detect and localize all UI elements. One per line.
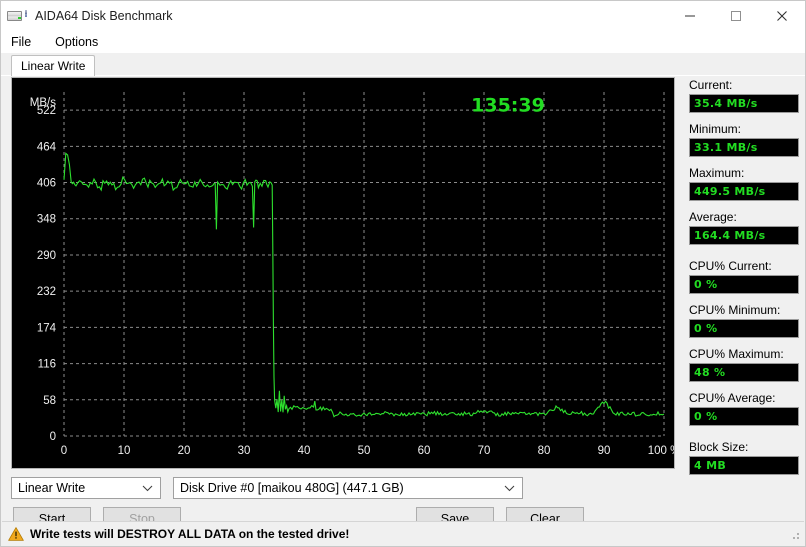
content-area: MB/s 0 58 116 174 232 290 348 406 464 522 0 10 20 30 40… bbox=[1, 76, 805, 546]
menu-bar: File Options bbox=[1, 31, 805, 53]
graph-background bbox=[12, 78, 674, 468]
tab-strip: Linear Write bbox=[1, 53, 805, 76]
elapsed-timer: 135:39 bbox=[471, 94, 545, 116]
y-tick-label: 116 bbox=[38, 359, 56, 371]
test-type-select[interactable]: Linear Write bbox=[11, 477, 161, 499]
test-type-value: Linear Write bbox=[18, 481, 86, 495]
disk-drive-icon bbox=[7, 8, 29, 24]
y-tick-label: 0 bbox=[50, 431, 56, 443]
x-tick-label: 20 bbox=[178, 445, 191, 457]
title-bar: AIDA64 Disk Benchmark bbox=[1, 1, 805, 31]
x-tick-label: 90 bbox=[598, 445, 611, 457]
minimize-icon[interactable] bbox=[667, 1, 713, 31]
drive-select[interactable]: Disk Drive #0 [maikou 480G] (447.1 GB) bbox=[173, 477, 523, 499]
tab-linear-write[interactable]: Linear Write bbox=[11, 55, 96, 76]
y-tick-label: 174 bbox=[37, 322, 57, 334]
stat-value-5: 0 % bbox=[689, 319, 799, 338]
stat-label-1: Minimum: bbox=[689, 122, 742, 136]
warning-text: Write tests will DESTROY ALL DATA on the… bbox=[30, 526, 350, 541]
warning-bar: Write tests will DESTROY ALL DATA on the… bbox=[2, 521, 804, 545]
y-tick-label: 348 bbox=[37, 214, 56, 226]
x-tick-label: 0 bbox=[61, 445, 67, 457]
stat-value-7: 0 % bbox=[689, 407, 799, 426]
stat-label-6: CPU% Maximum: bbox=[689, 347, 784, 361]
menu-item-options[interactable]: Options bbox=[53, 33, 108, 51]
benchmark-graph: MB/s 0 58 116 174 232 290 348 406 464 522 0 10 20 30 40… bbox=[11, 77, 675, 469]
close-icon[interactable] bbox=[759, 1, 805, 31]
stat-label-5: CPU% Minimum: bbox=[689, 303, 781, 317]
warning-triangle-icon bbox=[8, 526, 24, 541]
y-tick-label: 232 bbox=[37, 286, 56, 298]
stat-label-8: Block Size: bbox=[689, 440, 749, 454]
stat-value-1: 33.1 MB/s bbox=[689, 138, 799, 157]
window-controls bbox=[667, 1, 805, 31]
x-tick-label: 80 bbox=[538, 445, 551, 457]
stat-label-0: Current: bbox=[689, 78, 733, 92]
drive-value: Disk Drive #0 [maikou 480G] (447.1 GB) bbox=[180, 481, 404, 495]
selector-row: Linear Write Disk Drive #0 [maikou 480G]… bbox=[11, 477, 685, 499]
chevron-down-icon bbox=[142, 485, 153, 492]
chevron-down-icon bbox=[504, 485, 515, 492]
x-tick-label: 50 bbox=[358, 445, 371, 457]
x-tick-label: 30 bbox=[238, 445, 251, 457]
x-tick-label: 40 bbox=[298, 445, 311, 457]
y-tick-label: 464 bbox=[37, 141, 57, 153]
stat-label-7: CPU% Average: bbox=[689, 391, 776, 405]
stat-label-3: Average: bbox=[689, 210, 737, 224]
y-tick-label: 406 bbox=[37, 178, 56, 190]
stat-value-2: 449.5 MB/s bbox=[689, 182, 799, 201]
maximize-icon[interactable] bbox=[713, 1, 759, 31]
x-tick-label: 10 bbox=[118, 445, 131, 457]
stat-value-4: 0 % bbox=[689, 275, 799, 294]
stat-value-6: 48 % bbox=[689, 363, 799, 382]
statistics-sidebar: Current: 35.4 MB/s Minimum: 33.1 MB/s Maximu… bbox=[685, 76, 805, 546]
x-tick-label: 100 % bbox=[648, 445, 674, 457]
window-title: AIDA64 Disk Benchmark bbox=[35, 9, 173, 23]
y-tick-label: 290 bbox=[37, 250, 56, 262]
resize-grip-icon[interactable] bbox=[787, 527, 801, 541]
stat-value-8: 4 MB bbox=[689, 456, 799, 475]
menu-item-file[interactable]: File bbox=[9, 33, 41, 51]
y-tick-label: 58 bbox=[43, 395, 56, 407]
stat-value-3: 164.4 MB/s bbox=[689, 226, 799, 245]
left-column: MB/s 0 58 116 174 232 290 348 406 464 522 0 10 20 30 40… bbox=[1, 76, 685, 546]
y-tick-label: 522 bbox=[37, 105, 56, 117]
stat-label-4: CPU% Current: bbox=[689, 259, 772, 273]
graph-canvas: MB/s0581161742322903484064645220 10 20 30 40… bbox=[12, 78, 674, 468]
stat-value-0: 35.4 MB/s bbox=[689, 94, 799, 113]
x-tick-label: 60 bbox=[418, 445, 431, 457]
disk-benchmark-window: AIDA64 Disk Benchmark File Options Linea… bbox=[0, 0, 806, 547]
x-tick-label: 70 bbox=[478, 445, 491, 457]
stat-label-2: Maximum: bbox=[689, 166, 745, 180]
